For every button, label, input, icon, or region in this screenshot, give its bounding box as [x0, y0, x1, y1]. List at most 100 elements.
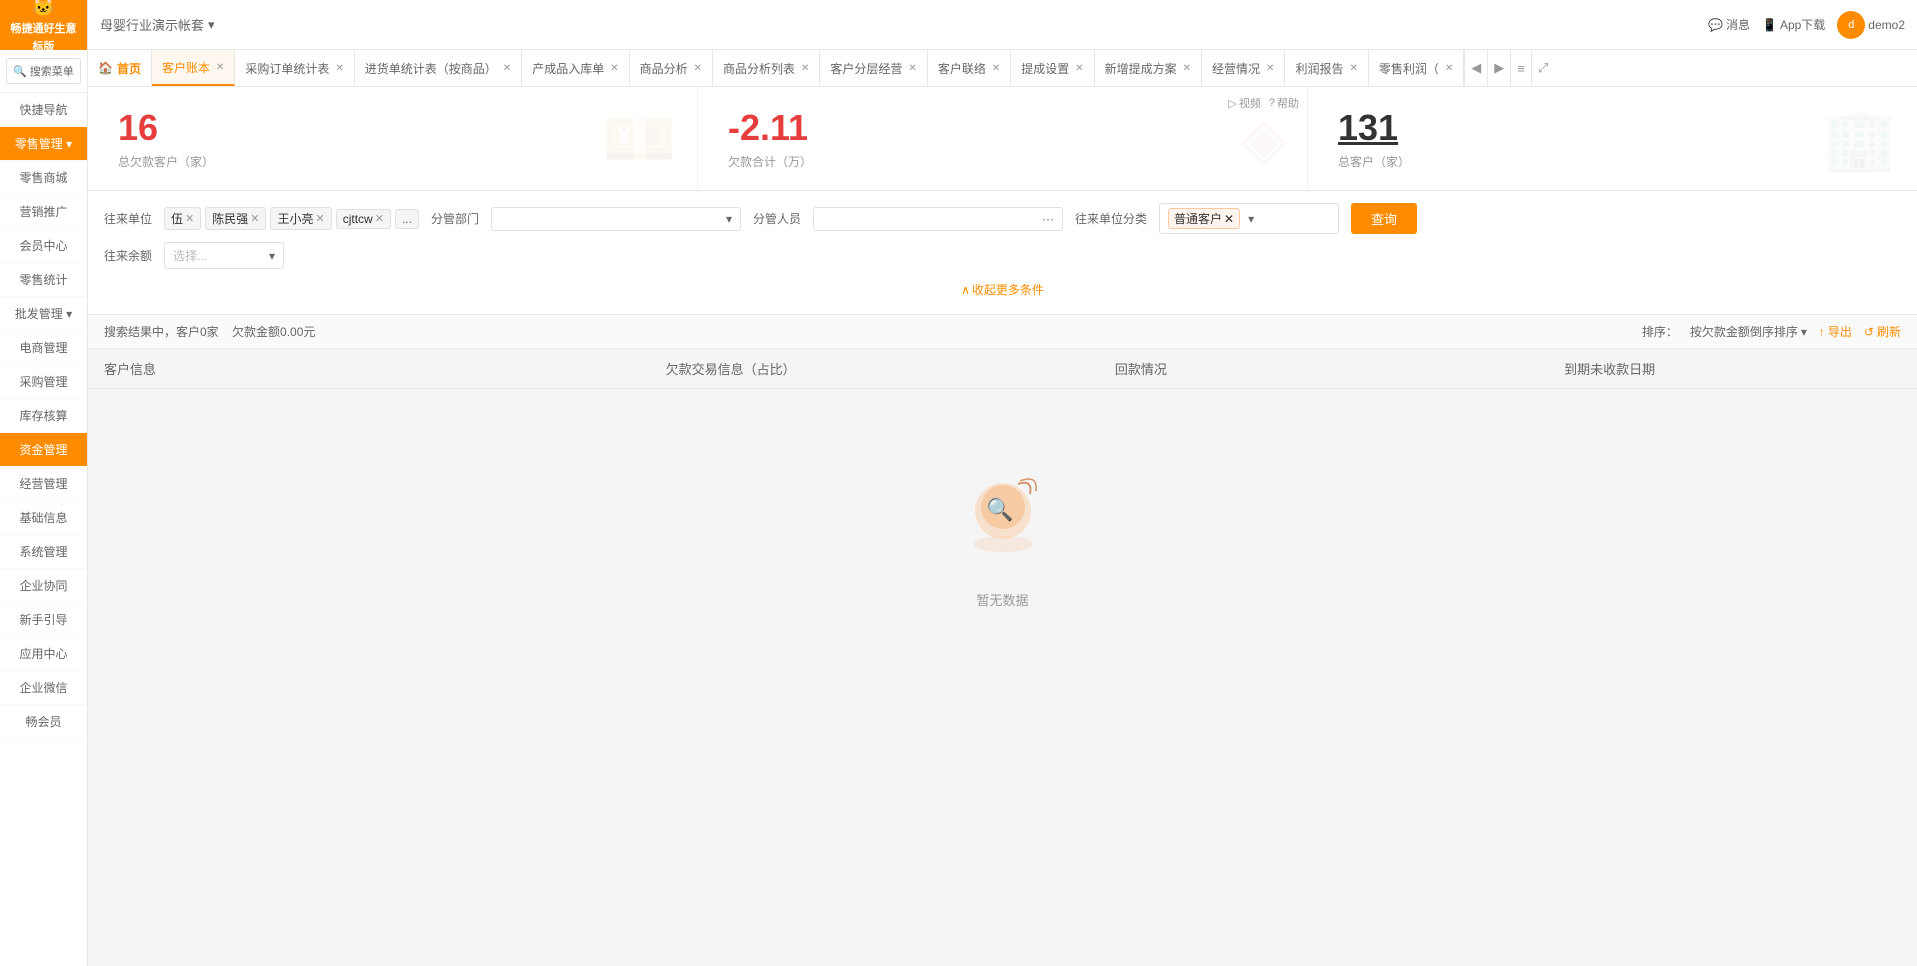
- sidebar-item-chang-huiyuan[interactable]: 畅会员: [0, 705, 87, 739]
- results-bar: 搜索结果中，客户0家 欠款金额0.00元 排序： 按欠款金额倒序排序 ▾ ↑ 导…: [88, 315, 1917, 349]
- download-icon: 📱: [1762, 18, 1777, 32]
- help-btn[interactable]: ? 帮助: [1269, 95, 1299, 111]
- tabs-scroll-left[interactable]: ◀: [1464, 50, 1487, 86]
- tab-inbound-stats[interactable]: 进货单统计表（按商品） ✕: [355, 50, 522, 86]
- tab-home[interactable]: 🏠 首页: [88, 50, 152, 86]
- close-icon[interactable]: ✕: [801, 63, 809, 74]
- app-download-btn[interactable]: 📱 App下载: [1762, 16, 1825, 33]
- sidebar-item-yingyong[interactable]: 应用中心: [0, 637, 87, 671]
- sidebar-item-shangheng[interactable]: 零售商城: [0, 161, 87, 195]
- more-options-icon: ···: [1042, 212, 1054, 226]
- sidebar-item-caigou[interactable]: 采购管理: [0, 365, 87, 399]
- tabs-scroll-right[interactable]: ▶: [1487, 50, 1510, 86]
- sidebar-item-dianshang[interactable]: 电商管理: [0, 331, 87, 365]
- tabs-bar: 🏠 首页 客户账本 ✕ 采购订单统计表 ✕ 进货单统计表（按商品） ✕ 产成品入…: [88, 50, 1917, 87]
- col-header-repayment: 回款情况: [1115, 359, 1564, 378]
- balance-filter-label: 往来余额: [104, 247, 152, 264]
- sidebar-item-kucun[interactable]: 库存核算: [0, 399, 87, 433]
- sidebar-item-huiyuan[interactable]: 会员中心: [0, 229, 87, 263]
- video-btn[interactable]: ▷ 视频: [1228, 95, 1260, 111]
- sort-select[interactable]: 按欠款金额倒序排序 ▾: [1690, 323, 1807, 340]
- sidebar-item-lingshao[interactable]: 零售管理 ▾: [0, 127, 87, 161]
- balance-placeholder: 选择...: [173, 247, 265, 264]
- person-filter-label: 分管人员: [753, 210, 801, 227]
- collapse-filter-btn[interactable]: ∧ 收起更多条件: [104, 277, 1901, 302]
- tab-profit[interactable]: 利润报告 ✕: [1285, 50, 1368, 86]
- tab-retail-profit[interactable]: 零售利润（ ✕: [1369, 50, 1464, 86]
- remove-tag-chen[interactable]: ✕: [250, 212, 259, 225]
- close-icon[interactable]: ✕: [335, 63, 343, 74]
- close-icon[interactable]: ✕: [1266, 63, 1274, 74]
- filter-tag-more[interactable]: ...: [395, 209, 419, 229]
- chevron-icon-pifa: ▾: [66, 307, 72, 321]
- close-icon[interactable]: ✕: [216, 62, 224, 73]
- export-btn[interactable]: ↑ 导出: [1819, 323, 1852, 340]
- chevron-down-icon: ▾: [269, 249, 275, 263]
- filter-row-1: 往来单位 伍 ✕ 陈民强 ✕ 王小亮 ✕ cjttcw: [104, 203, 1901, 234]
- dept-select[interactable]: ▾: [491, 207, 741, 231]
- sidebar-item-qiye-weixin[interactable]: 企业微信: [0, 671, 87, 705]
- card-actions: ▷ 视频 ? 帮助: [1228, 95, 1299, 111]
- card-bg-icon-building: 🏢: [1822, 103, 1897, 174]
- total-customers-label: 总客户（家）: [1338, 153, 1887, 170]
- sidebar-item-xinshou[interactable]: 新手引导: [0, 603, 87, 637]
- sidebar-item-pifa[interactable]: 批发管理 ▾: [0, 297, 87, 331]
- remove-tag-wu[interactable]: ✕: [185, 212, 194, 225]
- remove-tag-wang[interactable]: ✕: [316, 212, 325, 225]
- tabs-fullscreen[interactable]: ⤢: [1531, 50, 1554, 86]
- tab-product-analysis[interactable]: 商品分析 ✕: [630, 50, 713, 86]
- empty-text: 暂无数据: [976, 590, 1028, 609]
- unit-type-label: 往来单位分类: [1075, 210, 1147, 227]
- person-select[interactable]: ···: [813, 207, 1063, 231]
- empty-icon: 🔍: [958, 469, 1048, 578]
- tabs-more[interactable]: ≡: [1510, 50, 1531, 86]
- tab-new-achievement[interactable]: 新增提成方案 ✕: [1095, 50, 1202, 86]
- filter-row-2: 往来余额 选择... ▾: [104, 242, 1901, 269]
- unit-type-input: 普通客户 ✕ ▾: [1159, 203, 1339, 234]
- tab-business[interactable]: 经营情况 ✕: [1202, 50, 1285, 86]
- sidebar-item-quick-nav[interactable]: 快捷导航: [0, 93, 87, 127]
- close-icon[interactable]: ✕: [908, 63, 916, 74]
- tab-customer-book[interactable]: 客户账本 ✕: [152, 50, 235, 86]
- search-icon: 🔍: [13, 65, 27, 78]
- sidebar-item-xitong[interactable]: 系统管理: [0, 535, 87, 569]
- close-icon[interactable]: ✕: [694, 63, 702, 74]
- query-button[interactable]: 查询: [1351, 203, 1417, 234]
- close-icon[interactable]: ✕: [1445, 63, 1453, 74]
- tab-product-analysis-list[interactable]: 商品分析列表 ✕: [713, 50, 820, 86]
- close-icon[interactable]: ✕: [1183, 63, 1191, 74]
- tab-product-inbound[interactable]: 产成品入库单 ✕: [522, 50, 629, 86]
- refresh-icon: ↺: [1864, 325, 1874, 339]
- selected-type-tag: 普通客户 ✕: [1168, 208, 1240, 229]
- svg-text:🔍: 🔍: [986, 495, 1013, 522]
- home-icon: 🏠: [98, 61, 113, 75]
- balance-select[interactable]: 选择... ▾: [164, 242, 284, 269]
- tab-customer-contact[interactable]: 客户联络 ✕: [928, 50, 1011, 86]
- sidebar-item-xieyi[interactable]: 企业协同: [0, 569, 87, 603]
- close-icon[interactable]: ✕: [992, 63, 1000, 74]
- remove-tag-cjttcw[interactable]: ✕: [375, 212, 384, 225]
- sidebar-item-jichu[interactable]: 基础信息: [0, 501, 87, 535]
- sidebar-item-yingxiao[interactable]: 营销推广: [0, 195, 87, 229]
- search-menu-button[interactable]: 🔍 搜索菜单: [6, 58, 81, 84]
- tab-raise-setting[interactable]: 提成设置 ✕: [1011, 50, 1094, 86]
- workspace-selector[interactable]: 母婴行业演示帐套 ▾: [100, 15, 215, 34]
- sidebar-item-jingying[interactable]: 经营管理: [0, 467, 87, 501]
- tab-purchase-order[interactable]: 采购订单统计表 ✕: [235, 50, 354, 86]
- close-icon[interactable]: ✕: [610, 63, 618, 74]
- avatar: d: [1837, 11, 1865, 39]
- sidebar-item-zijin[interactable]: 资金管理: [0, 433, 87, 467]
- remove-type-tag[interactable]: ✕: [1224, 212, 1234, 226]
- col-header-customer: 客户信息: [104, 359, 666, 378]
- close-icon[interactable]: ✕: [1075, 63, 1083, 74]
- close-icon[interactable]: ✕: [503, 63, 511, 74]
- chevron-down-icon: ▾: [1801, 325, 1807, 339]
- close-icon[interactable]: ✕: [1349, 63, 1357, 74]
- unit-filter-tags: 伍 ✕ 陈民强 ✕ 王小亮 ✕ cjttcw ✕: [164, 207, 419, 230]
- refresh-btn[interactable]: ↺ 刷新: [1864, 323, 1901, 340]
- sidebar-item-tongji[interactable]: 零售统计: [0, 263, 87, 297]
- unit-type-select[interactable]: 普通客户 ✕ ▾: [1159, 203, 1339, 234]
- message-btn[interactable]: 💬 消息: [1708, 16, 1750, 33]
- user-profile[interactable]: d demo2: [1837, 11, 1905, 39]
- tab-customer-segment[interactable]: 客户分层经营 ✕: [820, 50, 927, 86]
